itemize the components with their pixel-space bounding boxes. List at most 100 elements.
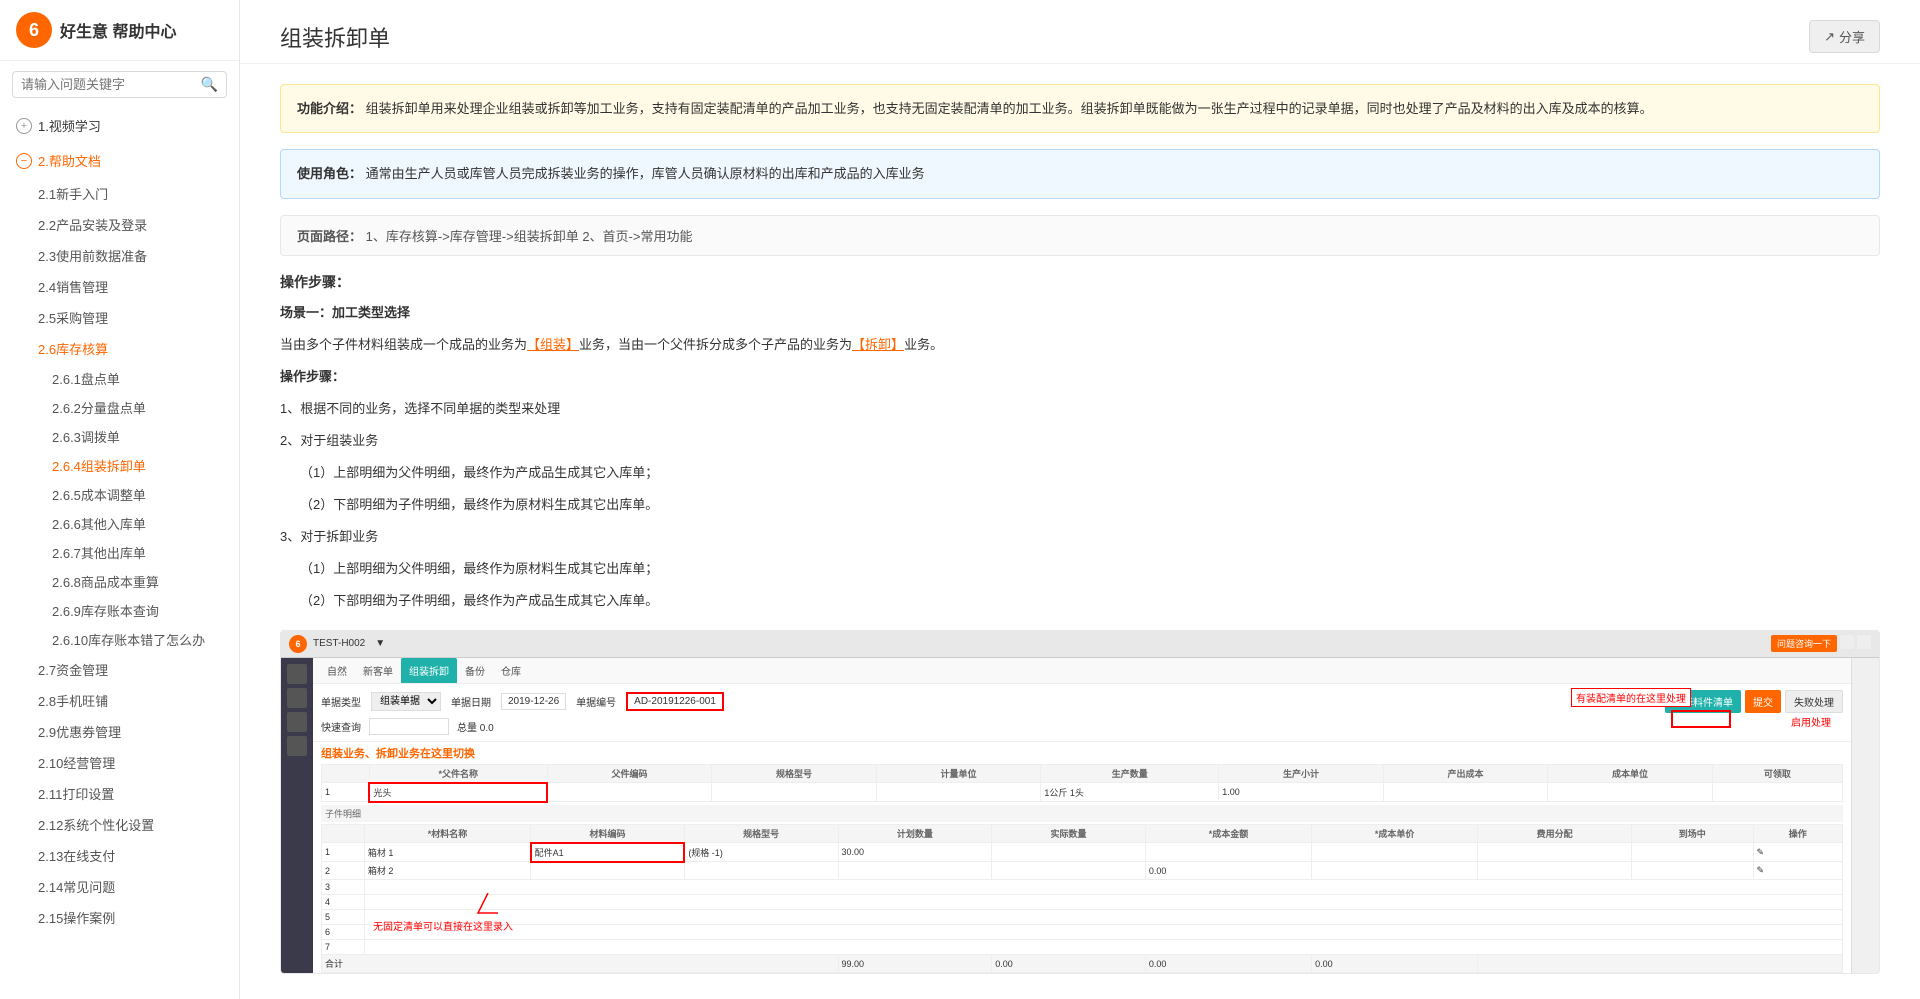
sidebar-subsub-label: 2.6.3调拨单: [52, 430, 120, 445]
chaixie-link[interactable]: 【拆卸】: [852, 337, 904, 352]
sim-ltd-costprice2: [1312, 862, 1478, 880]
sim-ltd-plan1: 30.00: [838, 843, 992, 862]
sidebar-subsub-label: 2.6.9库存账本查询: [52, 604, 159, 619]
sidebar-item-268[interactable]: 2.6.8商品成本重算: [44, 567, 239, 596]
sim-footer-label: 合计: [322, 955, 839, 973]
sim-icon2: [1857, 635, 1871, 649]
sim-fail-btn[interactable]: 失败处理: [1785, 690, 1843, 713]
sim-search-label: 快速查询: [321, 719, 361, 734]
sim-lower-row3: 3: [322, 880, 1843, 895]
sim-lower-row1: 1 箱材 1 配件A1 (规格 -1) 30.00: [322, 843, 1843, 862]
sim-nav-icon1: [287, 664, 307, 684]
sim-th-parent-code: 父件编码: [547, 764, 712, 783]
logo-icon: 6: [16, 12, 52, 48]
sim-form-area: 单据类型 组装单据 拆卸单据 单据日期 2019-12-26 单据编号 AD-2…: [313, 684, 1851, 742]
sidebar-item-21[interactable]: 2.1新手入门: [28, 178, 239, 209]
nav-subsub-26: 2.6.1盘点单 2.6.2分量盘点单 2.6.3调拨单 2.6.4组装拆卸单 …: [28, 364, 239, 654]
search-icon[interactable]: 🔍: [201, 76, 218, 93]
sidebar-item-video[interactable]: + 1.视频学习: [0, 108, 239, 143]
sidebar-item-213[interactable]: 2.13在线支付: [28, 840, 239, 871]
sidebar-item-266[interactable]: 2.6.6其他入库单: [44, 509, 239, 538]
sidebar-item-28[interactable]: 2.8手机旺铺: [28, 685, 239, 716]
sidebar-subsub-label: 2.6.4组装拆卸单: [52, 459, 146, 474]
sidebar-item-26[interactable]: 2.6库存核算: [28, 333, 239, 364]
share-label: 分享: [1839, 27, 1865, 46]
sidebar-item-211[interactable]: 2.11打印设置: [28, 778, 239, 809]
sidebar-item-label: 1.视频学习: [38, 116, 101, 135]
sidebar-item-262[interactable]: 2.6.2分量盘点单: [44, 393, 239, 422]
sim-leftnav: [281, 658, 313, 974]
sidebar-item-22[interactable]: 2.2产品安装及登录: [28, 209, 239, 240]
sim-upper-table: *父件名称 父件编码 规格型号 计量单位 生产数量 生产小计 产出成本 成本单位: [321, 764, 1843, 803]
path-label: 页面路径：: [297, 229, 362, 244]
sim-topbar-btn: 问题咨询一下: [1771, 635, 1837, 652]
sidebar-item-263[interactable]: 2.6.3调拨单: [44, 422, 239, 451]
sidebar-item-29[interactable]: 2.9优惠券管理: [28, 716, 239, 747]
sim-ltd-code2: [531, 862, 685, 880]
sim-topbar-id: TEST-H002: [313, 638, 365, 649]
sim-tab-neworder: 新客单: [355, 658, 401, 683]
sidebar-item-docs[interactable]: − 2.帮助文档: [0, 143, 239, 178]
path-text: 1、库存核算->库存管理->组装拆卸单 2、首页->常用功能: [366, 229, 693, 244]
step3-2: （2）下部明细为子件明细，最终作为产成品生成其它入库单。: [300, 588, 1880, 614]
sim-section-label: 组装业务、拆卸业务在这里切换: [313, 742, 1851, 764]
function-intro-label: 功能介绍：: [297, 101, 362, 116]
sidebar-item-23[interactable]: 2.3使用前数据准备: [28, 240, 239, 271]
sidebar-subsub-label: 2.6.2分量盘点单: [52, 401, 146, 416]
sim-ltd-dest2: [1631, 862, 1753, 880]
sim-footer-v5: [1478, 955, 1843, 973]
sim-td-avail: [1712, 783, 1842, 802]
sim-nav-icon2: [287, 688, 307, 708]
sim-ltd-empty7: [364, 940, 1842, 955]
sim-ltd-plan2: [838, 862, 992, 880]
sim-ltd-seq7: 7: [322, 940, 365, 955]
sim-docnum-value: AD-20191226-001: [626, 692, 724, 711]
sim-td-produce-qty: 1公斤 1头: [1041, 783, 1219, 802]
sidebar-item-25[interactable]: 2.5采购管理: [28, 302, 239, 333]
sim-section-text: 组装业务、拆卸业务在这里切换: [321, 748, 475, 760]
search-input[interactable]: [21, 77, 201, 92]
sidebar-item-215[interactable]: 2.15操作案例: [28, 902, 239, 933]
sidebar-sub-label: 2.1新手入门: [38, 187, 108, 202]
sim-lth-cost-price: *成本单价: [1312, 824, 1478, 843]
sim-th-check: [322, 764, 370, 783]
sidebar-item-267[interactable]: 2.6.7其他出库单: [44, 538, 239, 567]
sim-right-panel: [1851, 658, 1879, 974]
sidebar-item-212[interactable]: 2.12系统个性化设置: [28, 809, 239, 840]
annotation1-box: 有装配清单的在这里处理: [1571, 688, 1691, 707]
sidebar-item-214[interactable]: 2.14常见问题: [28, 871, 239, 902]
sidebar-item-2610[interactable]: 2.6.10库存账本错了怎么办: [44, 625, 239, 654]
share-button[interactable]: ↗ 分享: [1809, 20, 1880, 53]
sim-ltd-act1: [992, 843, 1146, 862]
sim-ltd-seq2: 2: [322, 862, 365, 880]
sidebar-item-269[interactable]: 2.6.9库存账本查询: [44, 596, 239, 625]
scene1-title: 场景一：加工类型选择: [280, 300, 1880, 326]
sim-td-seq: 1: [322, 783, 370, 802]
sim-ltd-empty5: [364, 910, 1842, 925]
sim-ltd-ops1: ✎: [1753, 843, 1843, 862]
sidebar-item-24[interactable]: 2.4销售管理: [28, 271, 239, 302]
sidebar-item-265[interactable]: 2.6.5成本调整单: [44, 480, 239, 509]
sim-submit-btn[interactable]: 提交: [1745, 690, 1781, 713]
logo-text: 好生意 帮助中心: [60, 18, 176, 42]
sidebar-item-27[interactable]: 2.7资金管理: [28, 654, 239, 685]
content-body: 功能介绍： 组装拆卸单用来处理企业组装或拆卸等加工业务，支持有固定装配清单的产品…: [240, 64, 1920, 994]
sim-ltd-costprice1: [1312, 843, 1478, 862]
sim-doc-type-select[interactable]: 组装单据 拆卸单据: [371, 692, 441, 711]
sim-footer-v2: 0.00: [992, 955, 1146, 973]
sidebar-item-210[interactable]: 2.10经营管理: [28, 747, 239, 778]
sim-search-field[interactable]: [369, 718, 449, 735]
sidebar-item-261[interactable]: 2.6.1盘点单: [44, 364, 239, 393]
sim-lth-check: [322, 824, 365, 843]
sidebar-sub-label: 2.2产品安装及登录: [38, 218, 147, 233]
search-box[interactable]: 🔍: [12, 71, 227, 98]
zuzhang-link[interactable]: 【组装】: [527, 337, 579, 352]
sidebar-item-264[interactable]: 2.6.4组装拆卸单: [44, 451, 239, 480]
sim-lth-mat-code: 材料编码: [531, 824, 685, 843]
sim-dropdown-sel: ▼: [375, 638, 385, 649]
sim-search-row: 快速查询 总量 0.0: [321, 718, 1843, 735]
sim-lower-row2: 2 箱材 2 0.00: [322, 862, 1843, 880]
sidebar: 6 好生意 帮助中心 🔍 + 1.视频学习 − 2.帮助文档 2.1新手入门 2…: [0, 0, 240, 999]
sidebar-item-label: 2.帮助文档: [38, 151, 101, 170]
step2-2: （2）下部明细为子件明细，最终作为原材料生成其它出库单。: [300, 492, 1880, 518]
